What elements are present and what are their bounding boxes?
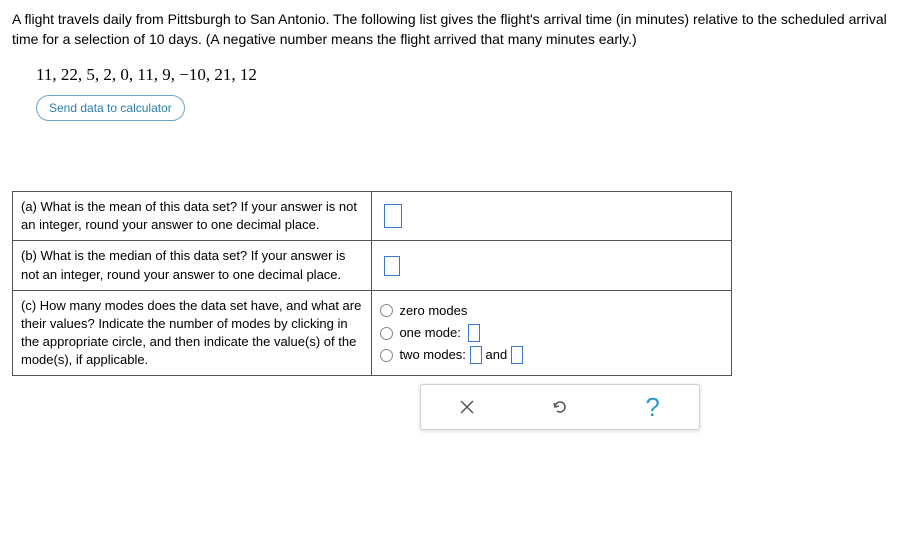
one-mode-input[interactable]: [468, 324, 480, 342]
one-mode-radio[interactable]: [380, 327, 393, 340]
undo-icon: [551, 398, 569, 416]
and-label: and: [486, 346, 508, 364]
question-b-answer-cell: [372, 241, 732, 290]
answer-a-input[interactable]: [384, 204, 402, 228]
x-icon: [459, 399, 475, 415]
data-values: 11, 22, 5, 2, 0, 11, 9, −10, 21, 12: [36, 63, 889, 87]
two-modes-radio[interactable]: [380, 349, 393, 362]
zero-modes-radio[interactable]: [380, 304, 393, 317]
two-modes-row: two modes: and: [380, 346, 723, 364]
question-a-answer-cell: [372, 191, 732, 240]
zero-modes-label: zero modes: [399, 302, 467, 320]
question-c-row: (c) How many modes does the data set hav…: [13, 290, 732, 376]
question-a-text: (a) What is the mean of this data set? I…: [13, 191, 372, 240]
reset-icon[interactable]: [549, 396, 571, 418]
question-c-text: (c) How many modes does the data set hav…: [13, 290, 372, 376]
two-modes-label: two modes:: [399, 346, 465, 364]
answer-b-input[interactable]: [384, 256, 400, 276]
one-mode-label: one mode:: [399, 324, 460, 342]
two-modes-input-2[interactable]: [511, 346, 523, 364]
question-c-answer-cell: zero modes one mode: two modes: and: [372, 290, 732, 376]
zero-modes-row: zero modes: [380, 302, 723, 320]
clear-icon[interactable]: [456, 396, 478, 418]
one-mode-row: one mode:: [380, 324, 723, 342]
questions-table: (a) What is the mean of this data set? I…: [12, 191, 732, 377]
two-modes-input-1[interactable]: [470, 346, 482, 364]
question-a-row: (a) What is the mean of this data set? I…: [13, 191, 732, 240]
problem-intro: A flight travels daily from Pittsburgh t…: [12, 10, 889, 49]
action-bar: ?: [420, 384, 700, 430]
help-icon[interactable]: ?: [642, 396, 664, 418]
question-b-row: (b) What is the median of this data set?…: [13, 241, 732, 290]
question-b-text: (b) What is the median of this data set?…: [13, 241, 372, 290]
send-data-button[interactable]: Send data to calculator: [36, 95, 185, 121]
